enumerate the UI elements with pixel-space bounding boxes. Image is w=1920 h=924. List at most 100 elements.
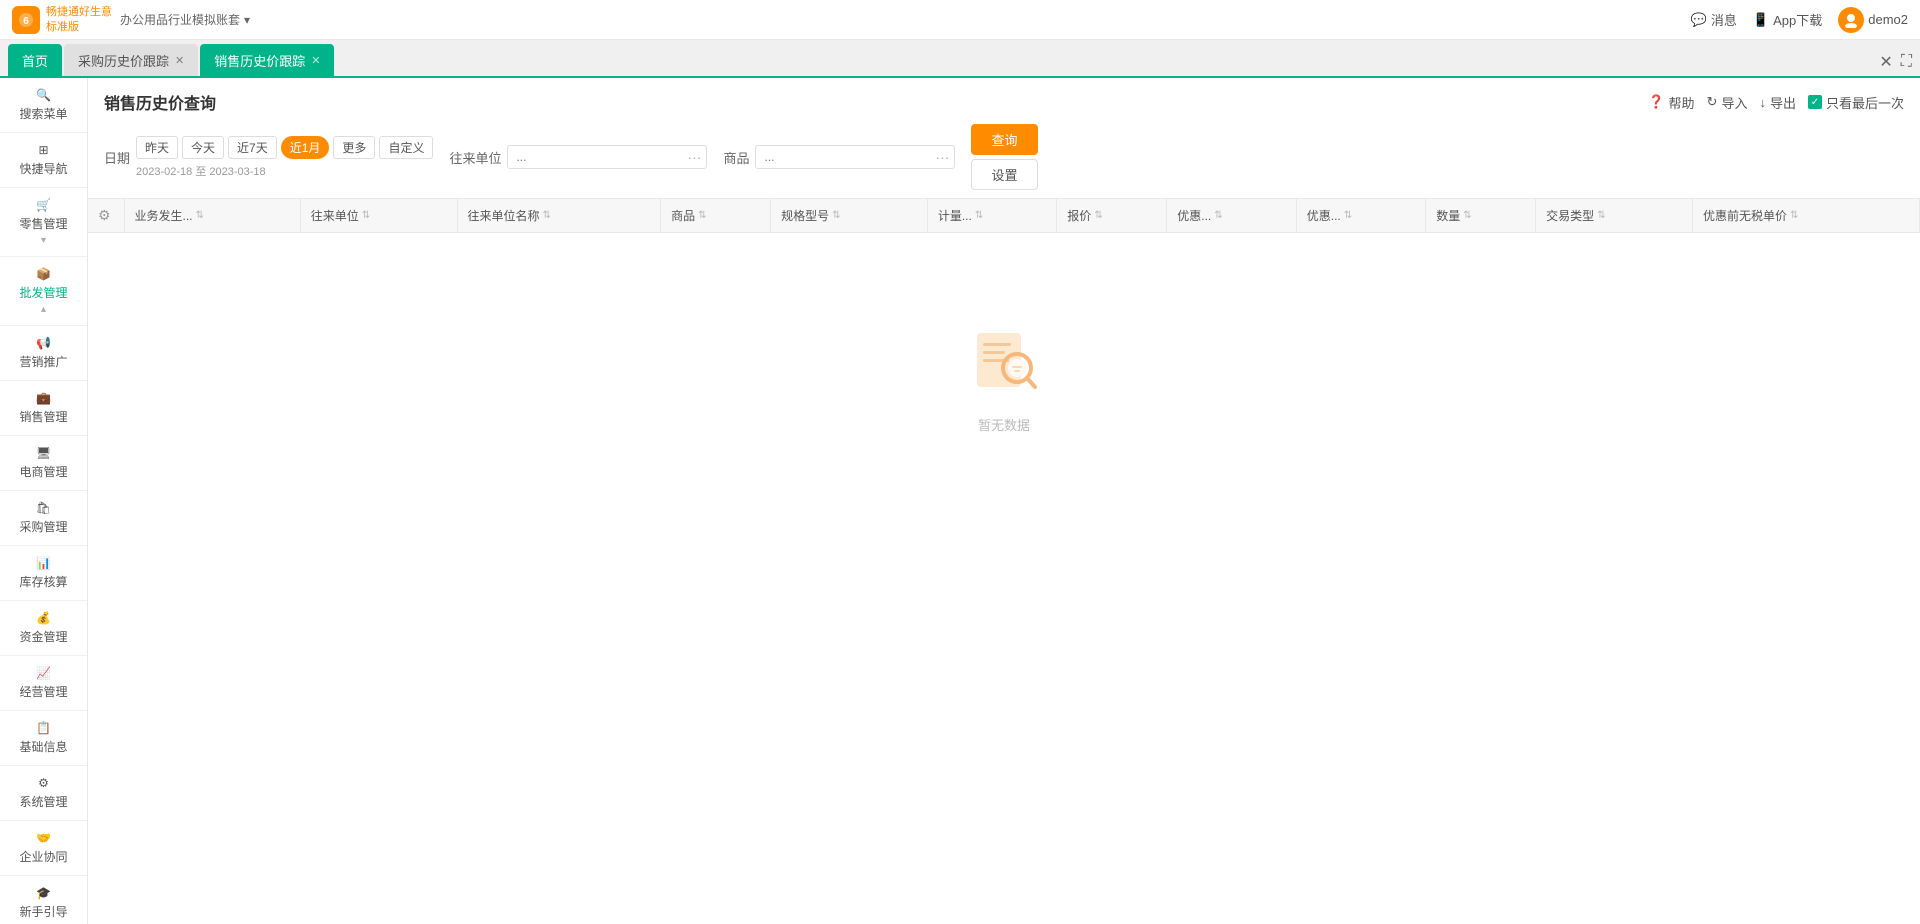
message-label: 消息 [1711, 10, 1737, 29]
export-btn[interactable]: ↓ 导出 [1759, 93, 1796, 112]
date-filter-label: 日期 [104, 148, 130, 167]
sidebar-item-ecommerce-mgmt[interactable]: 🖥 电商管理 [0, 436, 87, 491]
sort-icon-product[interactable]: ⇅ [698, 210, 706, 221]
sidebar-item-retail-label: 零售管理 [19, 215, 67, 232]
date-btn-yesterday[interactable]: 昨天 [136, 136, 178, 159]
message-btn[interactable]: 💬 消息 [1691, 10, 1737, 29]
sort-icon-spec[interactable]: ⇅ [832, 210, 840, 221]
product-input[interactable] [755, 145, 955, 169]
th-partner-name: 往来单位名称 ⇅ [457, 199, 661, 233]
filter-row: 日期 昨天 今天 近7天 近1月 更多 自定义 2023-02-18 至 202… [104, 124, 1904, 190]
th-quote: 报价 ⇅ [1057, 199, 1167, 233]
date-btn-more[interactable]: 更多 [333, 136, 375, 159]
user-avatar-area[interactable]: demo2 [1838, 7, 1908, 33]
sort-icon-unit[interactable]: ⇅ [975, 210, 983, 221]
sidebar-item-purchase-mgmt[interactable]: 🛍 采购管理 [0, 491, 87, 546]
sort-icon-discount2[interactable]: ⇅ [1344, 210, 1352, 221]
column-settings-btn[interactable]: ⚙ [98, 207, 111, 224]
sort-icon-partner-code[interactable]: ⇅ [362, 210, 370, 221]
sidebar-item-sales-label: 销售管理 [19, 408, 67, 425]
only-latest-toggle[interactable]: ✓ 只看最后一次 [1808, 93, 1904, 112]
sidebar-item-inventory[interactable]: 📊 库存核算 [0, 546, 87, 601]
sidebar-item-sales-mgmt[interactable]: 💼 销售管理 [0, 381, 87, 436]
sidebar-item-enterprise-collab[interactable]: 🤝 企业协同 [0, 821, 87, 876]
sort-icon-trade-type[interactable]: ⇅ [1597, 210, 1605, 221]
sidebar-item-operations-mgmt[interactable]: 📈 经营管理 [0, 656, 87, 711]
sidebar-item-marketing[interactable]: 📢 营销推广 [0, 326, 87, 381]
guide-icon: 🎓 [36, 886, 51, 900]
logo-text: 畅捷通好生意 标准版 [46, 5, 112, 34]
grid-icon: ⊞ [38, 143, 48, 157]
sort-icon-discount1[interactable]: ⇅ [1214, 210, 1222, 221]
only-latest-label: 只看最后一次 [1826, 93, 1904, 112]
app-download-btn[interactable]: 📱 App下载 [1753, 10, 1822, 29]
partner-filter-label: 往来单位 [449, 148, 501, 167]
tab-sales-history-close[interactable]: ✕ [311, 54, 320, 67]
top-bar-left: 6 畅捷通好生意 标准版 办公用品行业模拟账套 ▾ [12, 5, 250, 34]
tab-sales-history-label: 销售历史价跟踪 [214, 51, 305, 70]
partner-input-wrapper: ··· [507, 145, 707, 169]
chevron-up-icon: ▴ [41, 304, 46, 315]
sidebar-item-basic-info-label: 基础信息 [19, 738, 67, 755]
th-partner-code: 往来单位 ⇅ [300, 199, 457, 233]
empty-state: 暂无数据 [88, 233, 1920, 514]
sidebar-item-quick-nav[interactable]: ⊞ 快捷导航 [0, 133, 87, 188]
sort-icon-qty[interactable]: ⇅ [1463, 210, 1471, 221]
tab-bar: 首页 采购历史价跟踪 ✕ 销售历史价跟踪 ✕ ✕ ⛶ [0, 40, 1920, 78]
sidebar-item-retail-mgmt[interactable]: 🛒 零售管理 ▾ [0, 188, 87, 257]
sort-icon-pre-tax-price[interactable]: ⇅ [1790, 210, 1798, 221]
import-btn[interactable]: ↻ 导入 [1707, 93, 1748, 112]
avatar [1838, 7, 1864, 33]
sort-icon-quote[interactable]: ⇅ [1094, 210, 1102, 221]
product-picker-icon[interactable]: ··· [935, 149, 949, 165]
date-btn-7days[interactable]: 近7天 [228, 136, 277, 159]
date-btn-custom[interactable]: 自定义 [379, 136, 433, 159]
finance-icon: 💰 [36, 611, 51, 625]
th-gear: ⚙ [88, 199, 124, 233]
marketing-icon: 📢 [36, 336, 51, 350]
sidebar-item-system-label: 系统管理 [19, 793, 67, 810]
sidebar-item-search-menu-label: 搜索菜单 [19, 105, 67, 122]
page-title-row: 销售历史价查询 ❓ 帮助 ↻ 导入 ↓ 导出 ✓ [104, 90, 1904, 114]
date-btn-1month[interactable]: 近1月 [281, 136, 330, 159]
sales-icon: 💼 [36, 391, 51, 405]
chevron-down-icon[interactable]: ▾ [244, 13, 250, 27]
sidebar-item-search-menu[interactable]: 🔍 搜索菜单 [0, 78, 87, 133]
settings-button[interactable]: 设置 [971, 159, 1037, 190]
sidebar-item-finance-mgmt[interactable]: 💰 资金管理 [0, 601, 87, 656]
wholesale-icon: 📦 [36, 267, 51, 281]
partner-input[interactable] [507, 145, 707, 169]
partner-picker-icon[interactable]: ··· [687, 149, 701, 165]
close-tab-action[interactable]: ✕ [1879, 52, 1892, 72]
sidebar-item-inventory-label: 库存核算 [19, 573, 67, 590]
sidebar-item-new-guide[interactable]: 🎓 新手引导 [0, 876, 87, 924]
page-header: 销售历史价查询 ❓ 帮助 ↻ 导入 ↓ 导出 ✓ [88, 78, 1920, 199]
empty-text: 暂无数据 [978, 415, 1030, 434]
sort-icon-biz-date[interactable]: ⇅ [196, 210, 204, 221]
sort-icon-partner-name[interactable]: ⇅ [543, 210, 551, 221]
table-header-row: ⚙ 业务发生... ⇅ 往来单位 ⇅ [88, 199, 1920, 233]
date-filter-group: 日期 昨天 今天 近7天 近1月 更多 自定义 2023-02-18 至 202… [104, 136, 433, 179]
product-filter-label: 商品 [723, 148, 749, 167]
message-icon: 💬 [1691, 12, 1707, 28]
help-btn[interactable]: ❓ 帮助 [1648, 93, 1694, 112]
date-buttons: 昨天 今天 近7天 近1月 更多 自定义 [136, 136, 433, 159]
sidebar-item-basic-info[interactable]: 📋 基础信息 [0, 711, 87, 766]
maximize-tab-action[interactable]: ⛶ [1901, 53, 1912, 71]
tab-home[interactable]: 首页 [8, 44, 62, 76]
date-range-display: 2023-02-18 至 2023-03-18 [136, 163, 433, 179]
export-icon: ↓ [1759, 95, 1766, 110]
tab-sales-history[interactable]: 销售历史价跟踪 ✕ [200, 44, 334, 76]
sidebar-item-system-mgmt[interactable]: ⚙ 系统管理 [0, 766, 87, 821]
filter-right-group: 查询 设置 [971, 124, 1037, 190]
tab-purchase-history-close[interactable]: ✕ [175, 54, 184, 67]
sidebar-item-ecommerce-label: 电商管理 [19, 463, 67, 480]
tab-actions: ✕ ⛶ [1879, 52, 1912, 76]
th-spec: 规格型号 ⇅ [771, 199, 928, 233]
tab-purchase-history[interactable]: 采购历史价跟踪 ✕ [64, 44, 198, 76]
app-download-label: App下载 [1773, 10, 1822, 29]
sidebar-item-wholesale-mgmt[interactable]: 📦 批发管理 ▴ [0, 257, 87, 326]
help-label: 帮助 [1669, 93, 1695, 112]
query-button[interactable]: 查询 [971, 124, 1037, 155]
date-btn-today[interactable]: 今天 [182, 136, 224, 159]
